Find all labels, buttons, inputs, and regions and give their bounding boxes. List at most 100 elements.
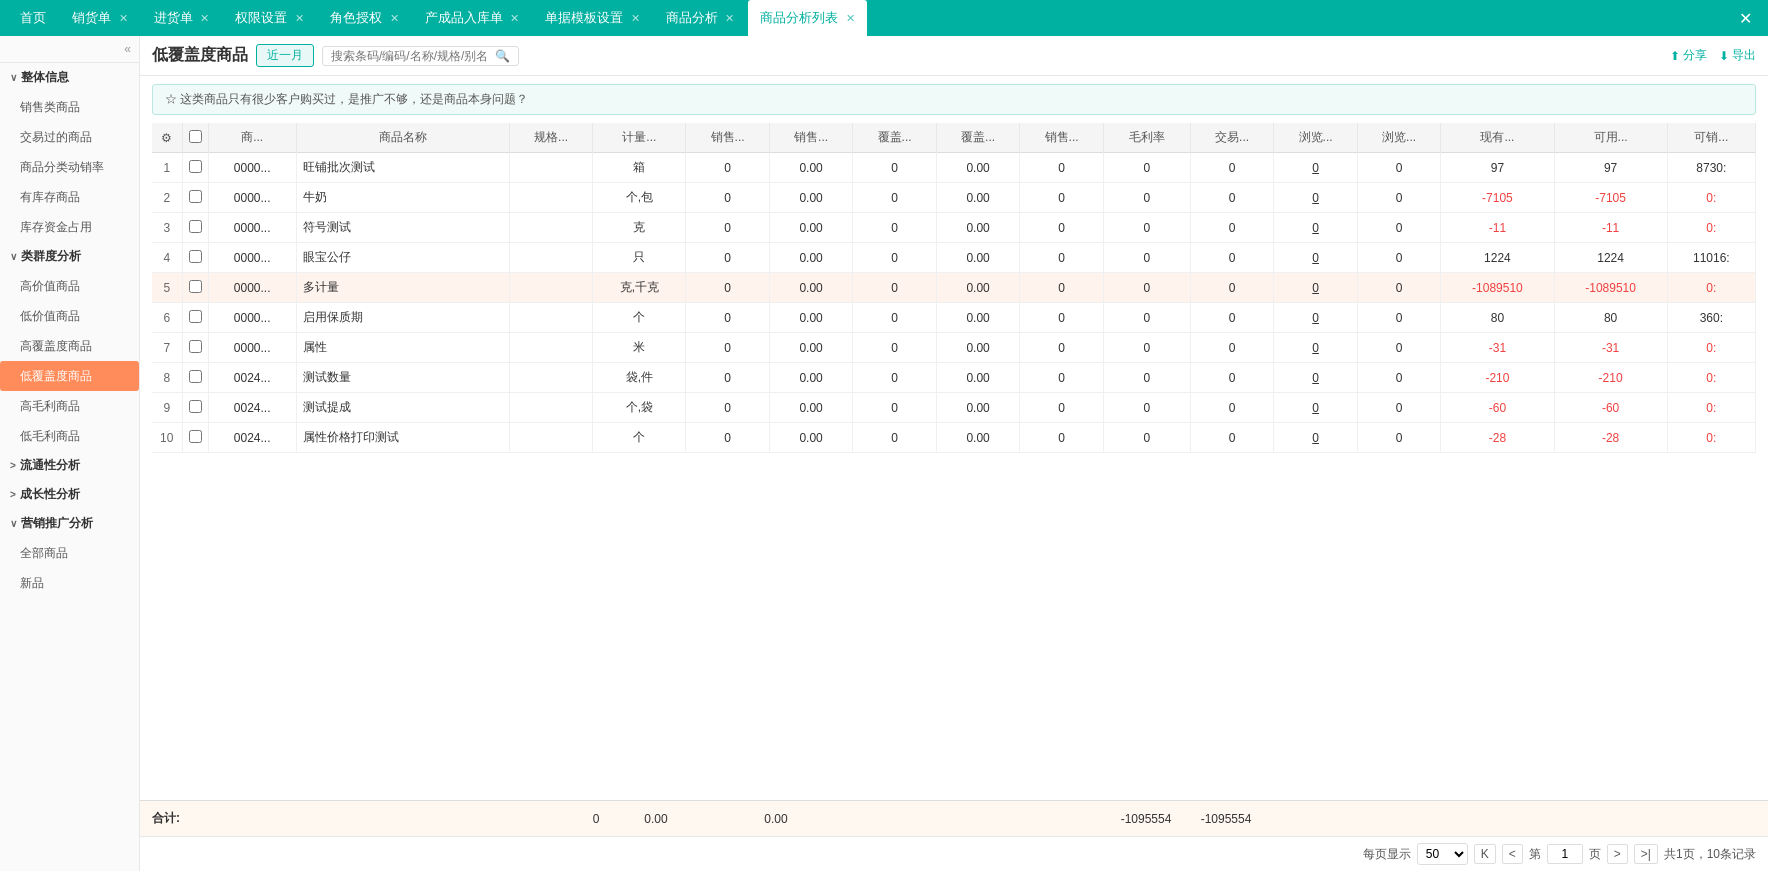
nav-product-analysis-list-close[interactable]: ✕ <box>846 12 855 24</box>
row-browse1[interactable]: 0 <box>1274 363 1358 393</box>
nav-purchase-order[interactable]: 进货单 ✕ <box>142 0 222 36</box>
time-filter-button[interactable]: 近一月 <box>256 44 314 67</box>
row-checkbox[interactable] <box>189 370 202 383</box>
row-checkbox[interactable] <box>189 310 202 323</box>
col-trade[interactable]: 交易... <box>1190 123 1274 153</box>
col-unit[interactable]: 计量... <box>593 123 686 153</box>
row-browse1[interactable]: 0 <box>1274 393 1358 423</box>
row-checkbox[interactable] <box>189 400 202 413</box>
col-sales-qty[interactable]: 销售... <box>686 123 770 153</box>
row-name[interactable]: 启用保质期 <box>296 303 509 333</box>
row-name[interactable]: 牛奶 <box>296 183 509 213</box>
col-code[interactable]: 商... <box>208 123 296 153</box>
row-name[interactable]: 符号测试 <box>296 213 509 243</box>
sidebar-item-category-rate[interactable]: 商品分类动销率 <box>0 152 139 182</box>
per-page-select[interactable]: 50 20 100 200 <box>1417 843 1468 865</box>
nav-template-settings[interactable]: 单据模板设置 ✕ <box>533 0 652 36</box>
row-checkbox[interactable] <box>189 250 202 263</box>
row-checkbox[interactable] <box>189 160 202 173</box>
row-name[interactable]: 测试提成 <box>296 393 509 423</box>
sidebar-collapse-button[interactable]: « <box>0 36 139 63</box>
col-checkbox[interactable] <box>182 123 208 153</box>
row-name[interactable]: 眼宝公仔 <box>296 243 509 273</box>
sidebar-section-growth[interactable]: > 成长性分析 <box>0 480 139 509</box>
first-page-button[interactable]: K <box>1474 844 1496 864</box>
nav-role-auth-close[interactable]: ✕ <box>390 12 399 24</box>
col-settings[interactable]: ⚙ <box>152 123 182 153</box>
sidebar-section-overall[interactable]: ∨ 整体信息 <box>0 63 139 92</box>
sidebar-item-all-products[interactable]: 全部商品 <box>0 538 139 568</box>
sidebar-item-inventory-capital[interactable]: 库存资金占用 <box>0 212 139 242</box>
sidebar-item-sales-products[interactable]: 销售类商品 <box>0 92 139 122</box>
nav-product-analysis-close[interactable]: ✕ <box>725 12 734 24</box>
row-browse1[interactable]: 0 <box>1274 243 1358 273</box>
col-sales-amt[interactable]: 销售... <box>769 123 853 153</box>
nav-role-auth[interactable]: 角色授权 ✕ <box>318 0 411 36</box>
sidebar-item-low-value[interactable]: 低价值商品 <box>0 301 139 331</box>
sidebar-item-high-value[interactable]: 高价值商品 <box>0 271 139 301</box>
row-browse1[interactable]: 0 <box>1274 303 1358 333</box>
row-browse1[interactable]: 0 <box>1274 423 1358 453</box>
row-browse1[interactable]: 0 <box>1274 333 1358 363</box>
search-icon[interactable]: 🔍 <box>495 49 510 63</box>
sidebar-section-liquidity[interactable]: > 流通性分析 <box>0 451 139 480</box>
col-saleable[interactable]: 可销... <box>1667 123 1755 153</box>
nav-product-inbound-close[interactable]: ✕ <box>510 12 519 24</box>
nav-sales-order[interactable]: 销货单 ✕ <box>60 0 140 36</box>
nav-product-analysis[interactable]: 商品分析 ✕ <box>654 0 747 36</box>
row-browse1[interactable]: 0 <box>1274 273 1358 303</box>
col-available[interactable]: 可用... <box>1554 123 1667 153</box>
col-sales3[interactable]: 销售... <box>1020 123 1104 153</box>
sidebar-item-low-coverage[interactable]: 低覆盖度商品 <box>0 361 139 391</box>
row-name[interactable]: 属性 <box>296 333 509 363</box>
row-checkbox[interactable] <box>189 190 202 203</box>
last-page-button[interactable]: >| <box>1634 844 1658 864</box>
nav-product-inbound[interactable]: 产成品入库单 ✕ <box>413 0 532 36</box>
settings-icon[interactable]: ⚙ <box>161 131 172 145</box>
page-number-input[interactable] <box>1547 844 1583 864</box>
row-name[interactable]: 测试数量 <box>296 363 509 393</box>
sidebar-item-new-products[interactable]: 新品 <box>0 568 139 598</box>
row-name[interactable]: 旺铺批次测试 <box>296 153 509 183</box>
sidebar-item-stocked-products[interactable]: 有库存商品 <box>0 182 139 212</box>
nav-permission-settings[interactable]: 权限设置 ✕ <box>223 0 316 36</box>
row-name[interactable]: 多计量 <box>296 273 509 303</box>
row-checkbox[interactable] <box>189 340 202 353</box>
sidebar-item-traded-products[interactable]: 交易过的商品 <box>0 122 139 152</box>
row-current: -210 <box>1441 363 1554 393</box>
export-button[interactable]: ⬇ 导出 <box>1719 47 1756 64</box>
sidebar-item-high-margin[interactable]: 高毛利商品 <box>0 391 139 421</box>
window-close-button[interactable]: ✕ <box>1731 9 1760 28</box>
nav-purchase-order-close[interactable]: ✕ <box>200 12 209 24</box>
col-spec[interactable]: 规格... <box>509 123 593 153</box>
prev-page-button[interactable]: < <box>1502 844 1523 864</box>
col-gross-margin[interactable]: 毛利率 <box>1103 123 1190 153</box>
sidebar-item-low-margin[interactable]: 低毛利商品 <box>0 421 139 451</box>
nav-home[interactable]: 首页 <box>8 0 58 36</box>
row-browse1[interactable]: 0 <box>1274 183 1358 213</box>
row-checkbox[interactable] <box>189 220 202 233</box>
sidebar-section-marketing[interactable]: ∨ 营销推广分析 <box>0 509 139 538</box>
row-browse1[interactable]: 0 <box>1274 213 1358 243</box>
sidebar-section-cluster[interactable]: ∨ 类群度分析 <box>0 242 139 271</box>
sidebar-item-high-coverage[interactable]: 高覆盖度商品 <box>0 331 139 361</box>
row-checkbox[interactable] <box>189 280 202 293</box>
next-page-button[interactable]: > <box>1607 844 1628 864</box>
col-browse2[interactable]: 浏览... <box>1357 123 1441 153</box>
row-checkbox[interactable] <box>189 430 202 443</box>
select-all-checkbox[interactable] <box>189 130 202 143</box>
search-input[interactable] <box>331 49 491 63</box>
col-browse1[interactable]: 浏览... <box>1274 123 1358 153</box>
nav-sales-order-close[interactable]: ✕ <box>119 12 128 24</box>
nav-product-analysis-list[interactable]: 商品分析列表 ✕ <box>748 0 867 36</box>
row-sales3: 0 <box>1020 363 1104 393</box>
col-cov1[interactable]: 覆盖... <box>853 123 937 153</box>
nav-permission-close[interactable]: ✕ <box>295 12 304 24</box>
share-button[interactable]: ⬆ 分享 <box>1670 47 1707 64</box>
col-current[interactable]: 现有... <box>1441 123 1554 153</box>
row-name[interactable]: 属性价格打印测试 <box>296 423 509 453</box>
col-cov2[interactable]: 覆盖... <box>936 123 1020 153</box>
row-browse1[interactable]: 0 <box>1274 153 1358 183</box>
col-name[interactable]: 商品名称 <box>296 123 509 153</box>
nav-template-close[interactable]: ✕ <box>631 12 640 24</box>
